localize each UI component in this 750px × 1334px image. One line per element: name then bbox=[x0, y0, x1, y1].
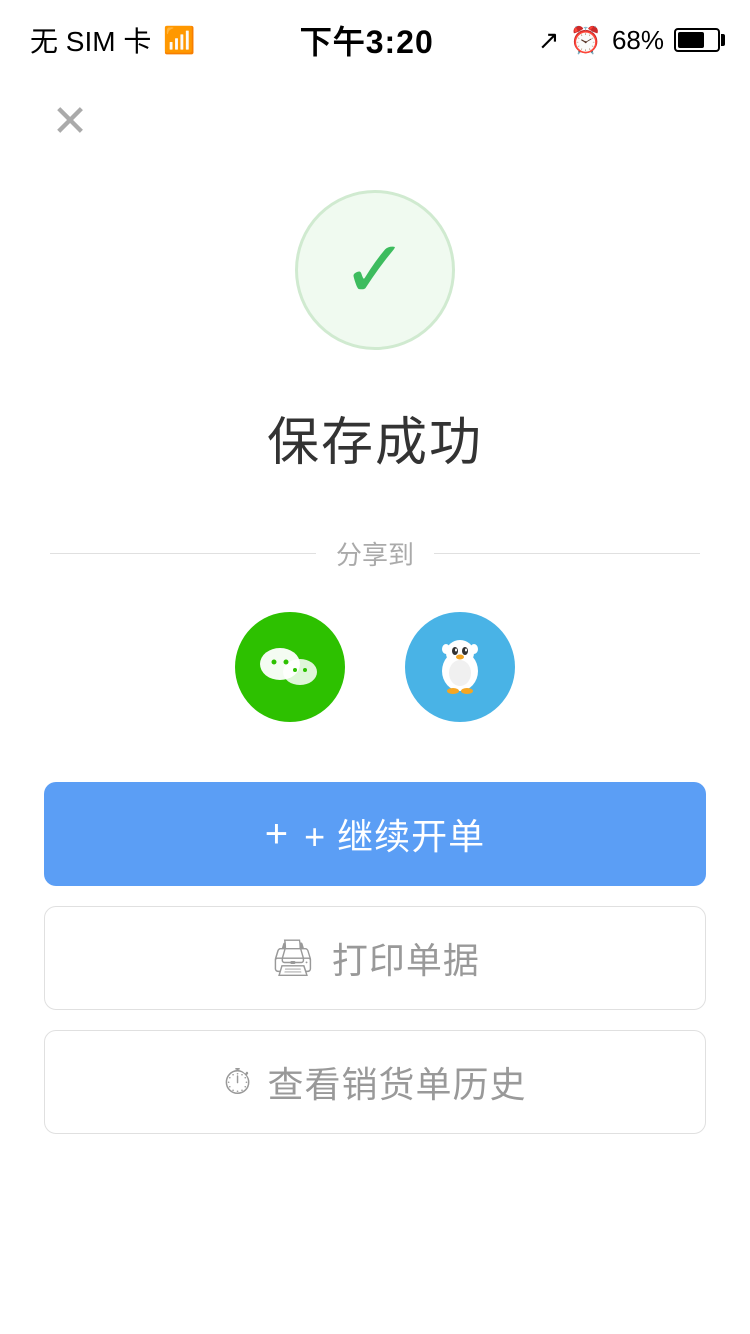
history-button-label: 查看销货单历史 bbox=[268, 1056, 527, 1108]
qq-svg-icon bbox=[428, 635, 492, 699]
print-button[interactable]: 🖨 打印单据 bbox=[44, 906, 706, 1010]
divider-left bbox=[50, 553, 316, 554]
status-left: 无 SIM 卡 📶 bbox=[30, 20, 196, 60]
printer-icon: 🖨 bbox=[270, 937, 316, 979]
status-time: 下午3:20 bbox=[300, 17, 434, 63]
status-bar: 无 SIM 卡 📶 下午3:20 ↗ ⏰ 68% bbox=[0, 0, 750, 80]
divider-row: 分享到 bbox=[0, 535, 750, 572]
main-content: ✓ 保存成功 分享到 bbox=[0, 80, 750, 1134]
battery-percent: 68% bbox=[612, 25, 664, 56]
share-section: 分享到 bbox=[0, 535, 750, 722]
success-circle: ✓ bbox=[295, 190, 455, 350]
clock-icon: ⏱ bbox=[223, 1061, 251, 1104]
share-label: 分享到 bbox=[316, 535, 434, 572]
continue-button[interactable]: + + 继续开单 bbox=[44, 782, 706, 886]
continue-button-label: + 继续开单 bbox=[304, 808, 485, 860]
no-sim-label: 无 SIM 卡 bbox=[30, 20, 151, 60]
print-button-label: 打印单据 bbox=[332, 932, 480, 984]
wechat-share-button[interactable] bbox=[235, 612, 345, 722]
success-title: 保存成功 bbox=[267, 400, 483, 475]
history-button[interactable]: ⏱ 查看销货单历史 bbox=[44, 1030, 706, 1134]
close-button[interactable]: ✕ bbox=[40, 92, 100, 152]
status-right: ↗ ⏰ 68% bbox=[538, 25, 720, 56]
divider-right bbox=[434, 553, 700, 554]
battery-indicator bbox=[674, 28, 720, 52]
plus-icon: + bbox=[265, 812, 288, 857]
wifi-icon: 📶 bbox=[163, 25, 195, 56]
close-icon: ✕ bbox=[52, 100, 89, 144]
alarm-icon: ⏰ bbox=[570, 25, 602, 56]
share-icons bbox=[235, 612, 515, 722]
battery-bar bbox=[674, 28, 720, 52]
buttons-section: + + 继续开单 🖨 打印单据 ⏱ 查看销货单历史 bbox=[0, 782, 750, 1134]
qq-share-button[interactable] bbox=[405, 612, 515, 722]
wechat-svg-icon bbox=[255, 632, 325, 702]
battery-fill bbox=[678, 32, 704, 48]
checkmark-icon: ✓ bbox=[341, 230, 408, 310]
location-icon: ↗ bbox=[538, 25, 560, 56]
